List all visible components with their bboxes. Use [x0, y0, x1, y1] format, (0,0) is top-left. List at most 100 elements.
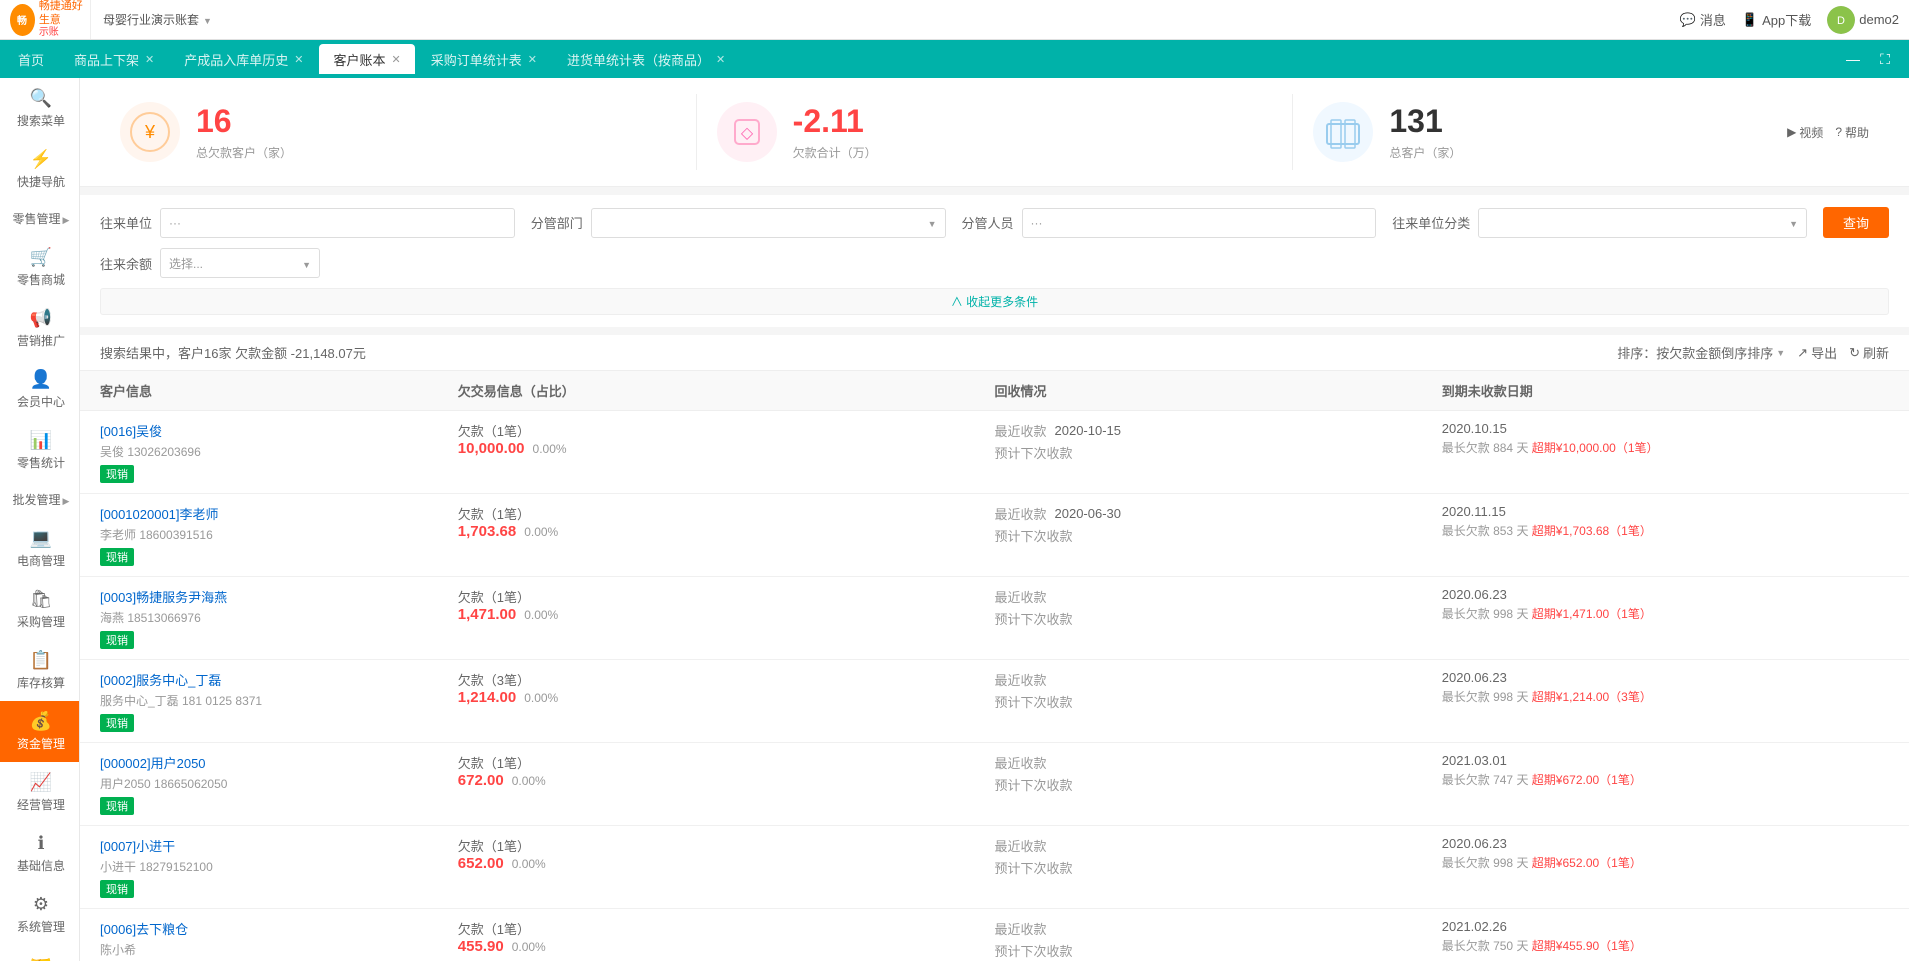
recovery-info-6: 最近收款 预计下次收款 [995, 919, 1442, 961]
sidebar-item-retail-mgmt[interactable]: 零售管理 [0, 200, 79, 237]
category-chevron [1789, 215, 1798, 230]
customer-name-0[interactable]: [0016]吴俊 [100, 421, 458, 440]
table-row: [0002]服务中心_丁磊 服务中心_丁磊 181 0125 8371 现销 欠… [80, 660, 1909, 743]
customer-info-5: [0007]小进干 小进干 18279152100 现销 [100, 836, 458, 898]
dept-select[interactable] [591, 208, 946, 238]
customer-name-4[interactable]: [000002]用户2050 [100, 753, 458, 772]
debt-info-1: 欠款（1笔） 1,703.680.00% [458, 504, 995, 540]
date-info-3: 2020.06.23 最长欠款 998 天 超期¥1,214.00（3笔） [1442, 670, 1889, 705]
content-area: ¥ 16 总欠款客户（家） ◇ [80, 78, 1909, 961]
tab-stock-stats-close[interactable]: ✕ [716, 53, 725, 66]
svg-text:畅: 畅 [17, 14, 27, 27]
overdue-link-1[interactable]: 超期¥1,703.68（1笔） [1532, 524, 1652, 538]
sidebar-item-system-mgmt[interactable]: ⚙ 系统管理 [0, 884, 79, 945]
tab-production-close[interactable]: ✕ [294, 53, 303, 66]
customer-name-6[interactable]: [0006]去下粮仓 [100, 919, 458, 938]
customer-info-0: [0016]吴俊 吴俊 13026203696 现销 [100, 421, 458, 483]
customer-phone-3: 服务中心_丁磊 181 0125 8371 [100, 692, 458, 709]
overdue-link-2[interactable]: 超期¥1,471.00（1笔） [1532, 607, 1652, 621]
customer-tag-5: 现销 [100, 880, 134, 898]
balance-chevron [302, 256, 311, 271]
collapse-bar[interactable]: ∧ 收起更多条件 [100, 288, 1889, 315]
sidebar-item-marketing[interactable]: 📢 营销推广 [0, 298, 79, 359]
video-icon: ▶ [1787, 125, 1796, 139]
sidebar-item-purchase-mgmt[interactable]: 🛍 采购管理 [0, 579, 79, 640]
tab-purchase-order[interactable]: 采购订单统计表 ✕ [417, 44, 551, 74]
debt-info-6: 欠款（1笔） 455.900.00% [458, 919, 995, 955]
tab-bar-right: — ⛶ [1841, 47, 1905, 71]
svg-text:D: D [1837, 15, 1845, 27]
help-button[interactable]: ? 帮助 [1835, 124, 1869, 141]
sidebar-item-batch-mgmt[interactable]: 批发管理 [0, 481, 79, 518]
video-button[interactable]: ▶ 视频 [1787, 124, 1823, 141]
tab-customer-account[interactable]: 客户账本 ✕ [319, 44, 414, 74]
app-download-button[interactable]: 📱 App下载 [1742, 10, 1811, 29]
customer-name-5[interactable]: [0007]小进干 [100, 836, 458, 855]
tab-purchase-order-close[interactable]: ✕ [528, 53, 537, 66]
source-unit-input[interactable]: ··· [160, 208, 515, 238]
tab-home[interactable]: 首页 [4, 44, 58, 74]
tab-maximize-button[interactable]: ⛶ [1873, 47, 1897, 71]
logo-text: 畅捷通好生意 示账 [39, 0, 90, 38]
tab-minimize-button[interactable]: — [1841, 47, 1865, 71]
basic-info-icon: ℹ [38, 833, 45, 854]
filter-area: 往来单位 ··· 分管部门 分管人员 [80, 195, 1909, 327]
filter-dept: 分管部门 [531, 208, 946, 238]
person-input[interactable]: ··· [1022, 208, 1377, 238]
sidebar-item-inventory[interactable]: 📋 库存核算 [0, 640, 79, 701]
customer-phone-6: 陈小希 [100, 941, 458, 958]
sidebar-item-finance[interactable]: 💰 资金管理 [0, 701, 79, 762]
operations-icon: 📈 [30, 772, 52, 793]
table-row: [000002]用户2050 用户2050 18665062050 现销 欠款（… [80, 743, 1909, 826]
total-customers-values: 131 总客户（家） [1389, 103, 1787, 161]
customer-tag-0: 现销 [100, 465, 134, 483]
recovery-info-2: 最近收款 预计下次收款 [995, 587, 1442, 631]
sidebar-item-search-menu[interactable]: 🔍 搜索菜单 [0, 78, 79, 139]
svg-text:¥: ¥ [144, 122, 156, 142]
sidebar-item-enterprise[interactable]: 🤝 企业协同 [0, 945, 79, 961]
customer-name-2[interactable]: [0003]畅捷服务尹海燕 [100, 587, 458, 606]
user-avatar: D [1827, 6, 1855, 34]
messages-button[interactable]: 💬 消息 [1680, 10, 1726, 29]
customer-phone-5: 小进干 18279152100 [100, 858, 458, 875]
refresh-button[interactable]: ↻ 刷新 [1849, 343, 1889, 362]
debt-customers-icon: ¥ [120, 102, 180, 162]
app-selector-chevron [203, 13, 212, 27]
sidebar-item-operations[interactable]: 📈 经营管理 [0, 762, 79, 823]
tab-production[interactable]: 产成品入库单历史 ✕ [170, 44, 317, 74]
sidebar-item-retail-mall[interactable]: 🛒 零售商城 [0, 237, 79, 298]
stats-row: ¥ 16 总欠款客户（家） ◇ [80, 78, 1909, 187]
tab-products-close[interactable]: ✕ [145, 53, 154, 66]
export-button[interactable]: ↗ 导出 [1797, 343, 1837, 362]
date-info-1: 2020.11.15 最长欠款 853 天 超期¥1,703.68（1笔） [1442, 504, 1889, 539]
user-avatar-button[interactable]: D demo2 [1827, 6, 1899, 34]
overdue-link-4[interactable]: 超期¥672.00（1笔） [1532, 773, 1642, 787]
balance-select[interactable]: 选择... [160, 248, 320, 278]
tab-products[interactable]: 商品上下架 ✕ [60, 44, 168, 74]
category-select[interactable] [1478, 208, 1807, 238]
debt-info-5: 欠款（1笔） 652.000.00% [458, 836, 995, 872]
sidebar-item-basic-info[interactable]: ℹ 基础信息 [0, 823, 79, 884]
header-customer-info: 客户信息 [100, 381, 458, 400]
sidebar-item-retail-stats[interactable]: 📊 零售统计 [0, 420, 79, 481]
overdue-link-0[interactable]: 超期¥10,000.00（1笔） [1532, 441, 1659, 455]
overdue-link-3[interactable]: 超期¥1,214.00（3笔） [1532, 690, 1652, 704]
overdue-link-5[interactable]: 超期¥652.00（1笔） [1532, 856, 1642, 870]
search-button[interactable]: 查询 [1823, 207, 1889, 238]
customer-name-3[interactable]: [0002]服务中心_丁磊 [100, 670, 458, 689]
results-right-actions: 排序：按欠款金额倒序排序 ↗ 导出 ↻ 刷新 [1617, 343, 1889, 362]
table-header: 客户信息 欠交易信息（占比） 回收情况 到期未收款日期 [80, 371, 1909, 411]
sidebar-item-member[interactable]: 👤 会员中心 [0, 359, 79, 420]
filter-category: 往来单位分类 [1392, 208, 1807, 238]
filter-balance: 往来余额 选择... [100, 248, 1889, 278]
tab-stock-stats[interactable]: 进货单统计表（按商品） ✕ [553, 44, 739, 74]
sidebar-item-quick-nav[interactable]: ⚡ 快捷导航 [0, 139, 79, 200]
customer-name-1[interactable]: [0001020001]李老师 [100, 504, 458, 523]
sort-selector[interactable]: 排序：按欠款金额倒序排序 [1617, 343, 1785, 362]
total-customers-icon [1313, 102, 1373, 162]
overdue-link-6[interactable]: 超期¥455.90（1笔） [1532, 939, 1642, 953]
app-selector[interactable]: 母婴行业演示账套 [90, 0, 228, 39]
sidebar-item-ecommerce[interactable]: 💻 电商管理 [0, 518, 79, 579]
header-debt-info: 欠交易信息（占比） [458, 381, 995, 400]
tab-customer-account-close[interactable]: ✕ [392, 53, 401, 66]
